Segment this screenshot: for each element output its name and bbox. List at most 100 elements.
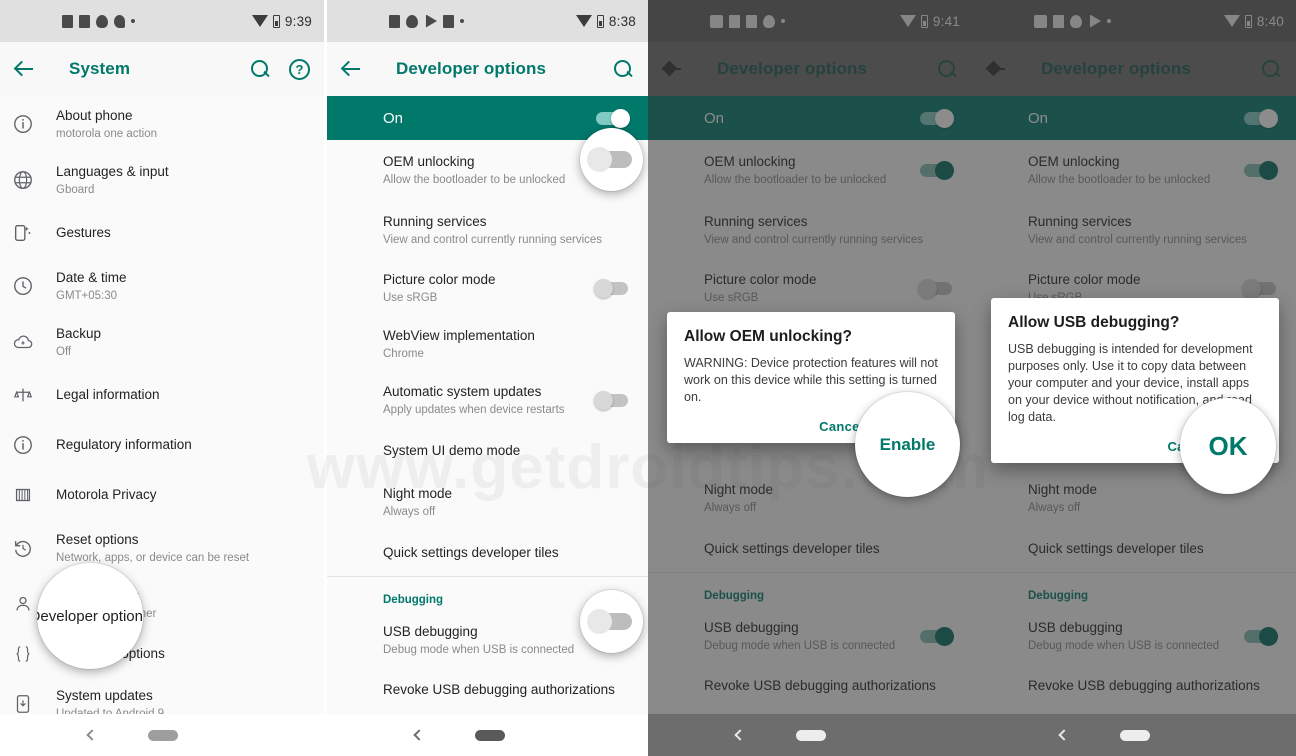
list-item-system-ui-demo-mode[interactable]: System UI demo mode bbox=[327, 428, 648, 474]
privacy-icon bbox=[15, 488, 31, 502]
list-item-picture-color-mode[interactable]: Picture color mode Use sRGB bbox=[327, 260, 648, 316]
cloud-backup-icon bbox=[13, 335, 33, 349]
globe-icon bbox=[14, 171, 32, 189]
list-item-subtitle: Gboard bbox=[56, 183, 95, 196]
list-item-revoke-usb-authorizations[interactable]: Revoke USB debugging authorizations bbox=[327, 666, 648, 714]
list-item-title: Night mode bbox=[383, 485, 453, 501]
list-item[interactable]: Reset options Network, apps, or device c… bbox=[0, 520, 324, 576]
help-icon[interactable]: ? bbox=[289, 58, 310, 80]
sim-icon bbox=[389, 14, 400, 28]
info-icon bbox=[14, 436, 32, 454]
nav-home-pill[interactable] bbox=[1120, 729, 1150, 741]
panel-system-settings: 9:39 System ? About phone motorola one a… bbox=[0, 0, 324, 756]
dialog-title: Allow USB debugging? bbox=[1008, 314, 1180, 331]
panel-allow-usb-debugging-dialog: 8:40 Developer options On OEM unlocking … bbox=[972, 0, 1296, 756]
magnifier-lens-oem-switch bbox=[580, 128, 643, 191]
master-toggle-switch[interactable] bbox=[596, 108, 630, 128]
app-bar: Developer options bbox=[327, 42, 648, 96]
usb-debugging-switch-magnified[interactable] bbox=[586, 609, 632, 634]
gestures-icon bbox=[14, 224, 31, 242]
list-item-title: Revoke USB debugging authorizations bbox=[383, 682, 615, 697]
list-item-title: WebView implementation bbox=[383, 327, 535, 343]
back-icon[interactable] bbox=[14, 58, 36, 80]
nav-back-icon[interactable] bbox=[413, 729, 425, 741]
status-bar-system-icons: 9:39 bbox=[251, 14, 312, 29]
list-item-subtitle: Allow the bootloader to be unlocked bbox=[383, 173, 566, 186]
nav-home-pill[interactable] bbox=[796, 729, 826, 741]
battery-icon bbox=[272, 14, 280, 28]
sim-alert-icon bbox=[443, 14, 454, 28]
dot-icon bbox=[460, 19, 464, 23]
magnifier-lens-enable-button: Enable bbox=[855, 392, 960, 497]
master-toggle-label: On bbox=[383, 109, 404, 127]
nav-back-icon[interactable] bbox=[734, 729, 746, 741]
shield-icon bbox=[406, 14, 418, 28]
info-icon bbox=[14, 115, 32, 133]
oem-unlocking-switch-magnified[interactable] bbox=[586, 147, 632, 172]
list-item-title: Backup bbox=[56, 325, 102, 341]
nav-home-pill[interactable] bbox=[475, 729, 505, 741]
list-item-title: OEM unlocking bbox=[383, 153, 475, 169]
list-item-quick-settings-tiles[interactable]: Quick settings developer tiles bbox=[327, 530, 648, 576]
search-icon[interactable] bbox=[249, 58, 271, 80]
list-item-title: Reset options bbox=[56, 531, 139, 547]
lens-label: Developer options bbox=[37, 607, 143, 625]
list-item-automatic-system-updates[interactable]: Automatic system updates Apply updates w… bbox=[327, 372, 648, 428]
status-bar-system-icons: 8:38 bbox=[575, 13, 636, 29]
legal-icon bbox=[13, 388, 33, 402]
list-item-title: Regulatory information bbox=[56, 437, 192, 452]
list-item[interactable]: Motorola Privacy bbox=[0, 470, 324, 520]
system-update-icon bbox=[16, 695, 30, 713]
dot-icon bbox=[131, 19, 135, 23]
list-item[interactable]: About phone motorola one action bbox=[0, 96, 324, 152]
clock-icon bbox=[14, 277, 32, 295]
lens-label: Enable bbox=[879, 434, 936, 454]
sim-alert-icon bbox=[79, 14, 90, 28]
list-item-night-mode[interactable]: Night mode Always off bbox=[327, 474, 648, 530]
search-icon[interactable] bbox=[612, 58, 634, 80]
list-item-title: Running services bbox=[383, 213, 487, 229]
navigation-bar bbox=[972, 714, 1296, 756]
list-item[interactable]: Languages & input Gboard bbox=[0, 152, 324, 208]
navigation-bar bbox=[327, 714, 648, 756]
navigation-bar bbox=[648, 714, 972, 756]
wifi-icon bbox=[251, 15, 268, 27]
reset-icon bbox=[14, 540, 31, 557]
nav-back-icon[interactable] bbox=[86, 729, 98, 741]
picture-color-mode-switch[interactable] bbox=[594, 278, 628, 298]
list-item-webview[interactable]: WebView implementation Chrome bbox=[327, 316, 648, 372]
list-item[interactable]: Legal information bbox=[0, 370, 324, 420]
braces-icon bbox=[16, 646, 30, 662]
list-item-title: Picture color mode bbox=[383, 271, 496, 287]
list-item[interactable]: Date & time GMT+05:30 bbox=[0, 258, 324, 314]
p-icon bbox=[114, 14, 125, 28]
automatic-system-updates-switch[interactable] bbox=[594, 390, 628, 410]
wifi-icon bbox=[575, 15, 592, 27]
panel-allow-oem-unlocking-dialog: 9:41 Developer options On OEM unlocking … bbox=[648, 0, 972, 756]
list-item-title: System updates bbox=[56, 687, 153, 703]
list-item-subtitle: View and control currently running servi… bbox=[383, 233, 603, 246]
list-item-subtitle: Off bbox=[56, 345, 72, 358]
sim-icon bbox=[62, 14, 73, 28]
settings-list: About phone motorola one action Language… bbox=[0, 96, 324, 756]
list-item[interactable]: Regulatory information bbox=[0, 420, 324, 470]
app-bar: System ? bbox=[0, 42, 324, 96]
list-item-subtitle: Apply updates when device restarts bbox=[383, 403, 565, 416]
nav-home-pill[interactable] bbox=[148, 729, 178, 741]
list-item-title: Motorola Privacy bbox=[56, 487, 157, 502]
list-item-running-services[interactable]: Running services View and control curren… bbox=[327, 200, 648, 260]
status-clock: 8:38 bbox=[608, 13, 636, 29]
list-item[interactable]: Backup Off bbox=[0, 314, 324, 370]
list-item[interactable]: Gestures bbox=[0, 208, 324, 258]
screenshot-stage: www.getdroidtips.com 9:39 System ? bbox=[0, 0, 1296, 756]
back-icon[interactable] bbox=[341, 58, 363, 80]
status-bar-notification-icons bbox=[62, 14, 135, 28]
list-item-title: Date & time bbox=[56, 269, 127, 285]
nav-back-icon[interactable] bbox=[1058, 729, 1070, 741]
dialog-title: Allow OEM unlocking? bbox=[684, 328, 852, 345]
list-item-title: Gestures bbox=[56, 225, 111, 240]
list-item-subtitle: motorola one action bbox=[56, 127, 158, 140]
panel-developer-options-off: 8:38 Developer options On OEM unlocking … bbox=[324, 0, 648, 756]
magnifier-lens-ok-button: OK bbox=[1180, 398, 1276, 494]
magnifier-lens-usb-switch bbox=[580, 590, 643, 653]
